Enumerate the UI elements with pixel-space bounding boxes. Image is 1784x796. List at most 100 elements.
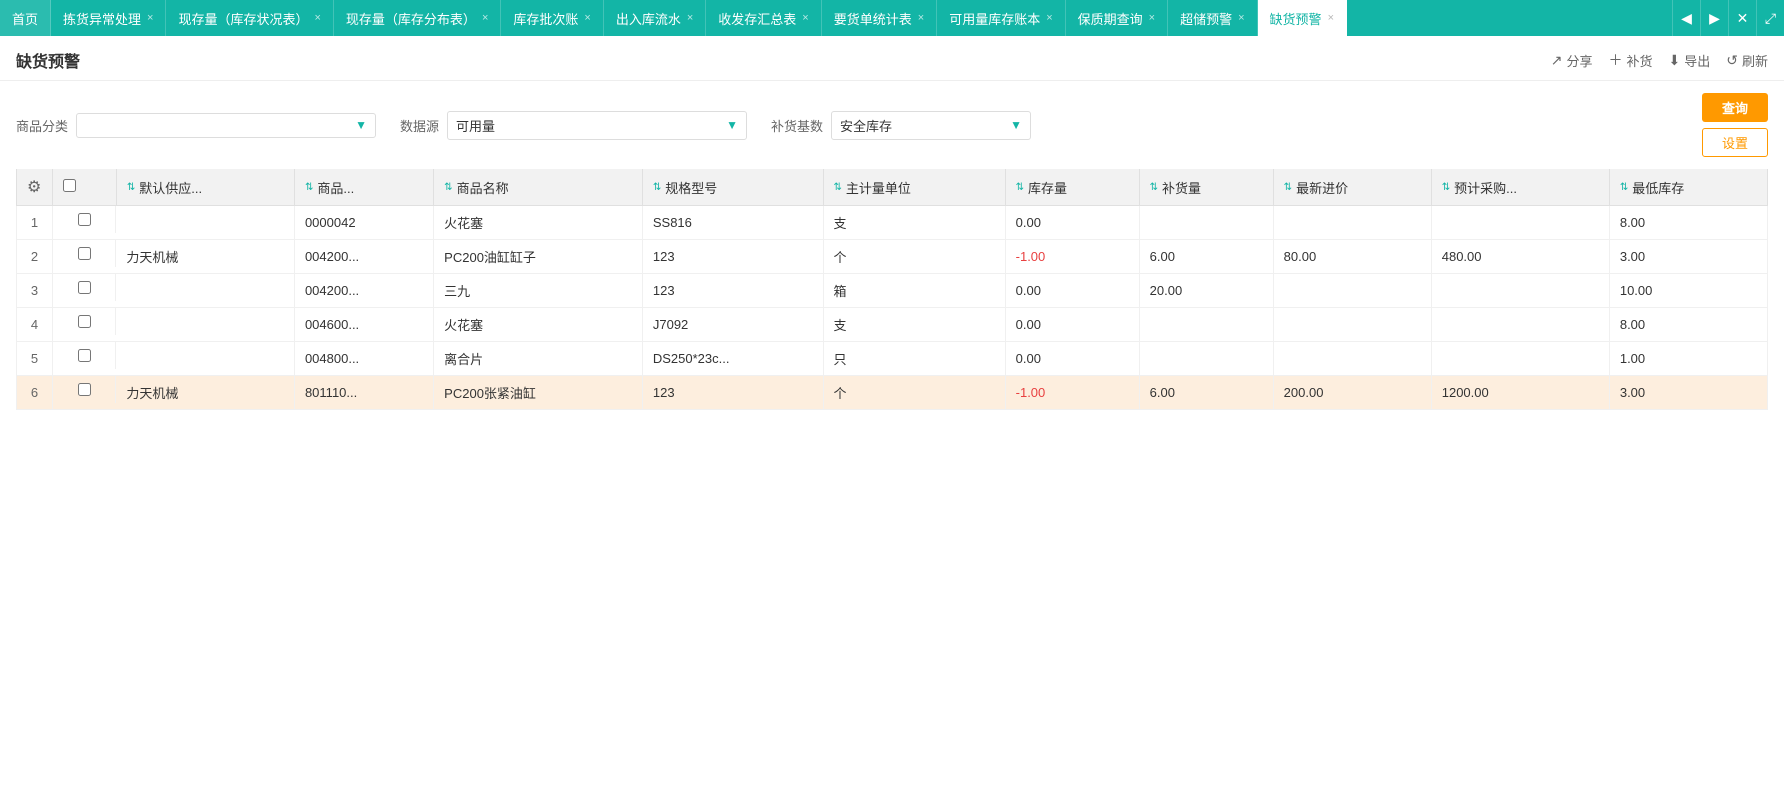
tab-next-button[interactable]: ▶ [1700,0,1728,36]
row-checkbox[interactable] [78,247,91,260]
row-unit: 个 [823,376,1005,410]
row-supplier [116,308,294,342]
col-spec[interactable]: ⇅ 规格型号 [642,169,823,206]
tab-available-ledger[interactable]: 可用量库存账本 × [937,0,1065,36]
filter-group-datasource: 数据源 可用量 ▼ [400,111,747,140]
tab-shortage[interactable]: 缺货预警 × [1258,0,1347,36]
row-estimated-purchase [1431,206,1609,240]
row-checkbox-cell[interactable] [53,342,116,369]
tab-close-inventory-dist[interactable]: × [482,12,488,24]
refresh-icon: ↺ [1726,52,1738,69]
row-checkbox[interactable] [78,315,91,328]
row-checkbox-cell[interactable] [53,376,116,403]
row-latest-price [1273,308,1431,342]
row-checkbox[interactable] [78,383,91,396]
row-checkbox-cell[interactable] [53,308,116,335]
select-all-checkbox[interactable] [63,179,76,192]
replenish-basis-select[interactable]: 安全库存 ▼ [831,111,1031,140]
export-button[interactable]: ⬇ 导出 [1669,51,1711,70]
tab-overstock[interactable]: 超储预警 × [1168,0,1257,36]
datasource-select[interactable]: 可用量 ▼ [447,111,747,140]
row-stock-qty: 0.00 [1005,308,1139,342]
row-checkbox[interactable] [78,281,91,294]
header-actions: ↗ 分享 ＋ 补货 ⬇ 导出 ↺ 刷新 [1551,50,1768,70]
col-default-supplier[interactable]: ⇅ 默认供应... [116,169,294,206]
row-product-name: 火花塞 [434,308,643,342]
tab-fullscreen-button[interactable]: ⤢ [1756,0,1784,36]
row-supplier [116,274,294,308]
data-table: ⚙ ⇅ 默认供应... ⇅ 商品... [16,169,1768,410]
tab-demand-stats[interactable]: 要货单统计表 × [822,0,937,36]
tab-close-all-button[interactable]: ✕ [1728,0,1756,36]
col-product-name[interactable]: ⇅ 商品名称 [434,169,643,206]
tab-expiry-query[interactable]: 保质期查询 × [1066,0,1168,36]
row-latest-price [1273,206,1431,240]
tab-inventory-dist[interactable]: 现存量（库存分布表） × [334,0,501,36]
col-latest-price[interactable]: ⇅ 最新进价 [1273,169,1431,206]
tab-bar: 首页 拣货异常处理 × 现存量（库存状况表） × 现存量（库存分布表） × 库存… [0,0,1784,36]
replenish-basis-arrow-icon: ▼ [1010,118,1022,132]
row-stock-qty: -1.00 [1005,376,1139,410]
sort-icon-replenish: ⇅ [1150,182,1158,193]
tab-close-batch-account[interactable]: × [584,12,590,24]
tab-close-available-ledger[interactable]: × [1046,12,1052,24]
tab-close-expiry-query[interactable]: × [1149,12,1155,24]
row-checkbox[interactable] [78,213,91,226]
share-button[interactable]: ↗ 分享 [1551,51,1593,70]
col-gear: ⚙ [17,169,53,206]
tab-close-inventory-status[interactable]: × [314,12,320,24]
row-checkbox[interactable] [78,349,91,362]
col-product-code[interactable]: ⇅ 商品... [294,169,433,206]
tab-abnormal[interactable]: 拣货异常处理 × [51,0,166,36]
col-unit[interactable]: ⇅ 主计量单位 [823,169,1005,206]
col-stock-qty[interactable]: ⇅ 库存量 [1005,169,1139,206]
tab-inout-flow[interactable]: 出入库流水 × [604,0,706,36]
tab-close-inout-flow[interactable]: × [687,12,693,24]
row-min-stock: 3.00 [1609,240,1767,274]
replenish-button[interactable]: ＋ 补货 [1608,50,1652,70]
settings-button[interactable]: 设置 [1702,128,1768,157]
row-checkbox-cell[interactable] [53,274,116,301]
tab-home[interactable]: 首页 [0,0,51,36]
table-row: 5004800...离合片DS250*23c...只0.001.00 [17,342,1768,376]
row-num: 3 [17,274,53,308]
row-unit: 支 [823,206,1005,240]
tab-close-receive-summary[interactable]: × [802,12,808,24]
query-button[interactable]: 查询 [1702,93,1768,122]
row-checkbox-cell[interactable] [53,206,116,233]
tab-receive-summary[interactable]: 收发存汇总表 × [706,0,821,36]
row-min-stock: 8.00 [1609,308,1767,342]
row-supplier [116,206,294,240]
tab-close-shortage[interactable]: × [1328,12,1334,24]
row-num: 1 [17,206,53,240]
col-min-stock[interactable]: ⇅ 最低库存 [1609,169,1767,206]
tab-close-abnormal[interactable]: × [147,12,153,24]
tab-prev-button[interactable]: ◀ [1672,0,1700,36]
row-stock-qty: 0.00 [1005,342,1139,376]
gear-icon[interactable]: ⚙ [27,179,41,196]
row-product-code: 004200... [294,274,433,308]
category-select[interactable]: ▼ [76,113,376,138]
col-estimated-purchase[interactable]: ⇅ 预计采购... [1431,169,1609,206]
row-product-code: 004800... [294,342,433,376]
sort-icon-price: ⇅ [1284,182,1292,193]
row-min-stock: 10.00 [1609,274,1767,308]
tab-inventory-status[interactable]: 现存量（库存状况表） × [166,0,333,36]
tab-close-demand-stats[interactable]: × [918,12,924,24]
row-spec: J7092 [642,308,823,342]
sort-icon-min-stock: ⇅ [1620,182,1628,193]
table-row: 2力天机械004200...PC200油缸缸子123个-1.006.0080.0… [17,240,1768,274]
row-num: 2 [17,240,53,274]
row-replenish-qty: 6.00 [1139,376,1273,410]
filter-group-category: 商品分类 ▼ [16,113,376,138]
row-supplier [116,342,294,376]
refresh-button[interactable]: ↺ 刷新 [1726,51,1768,70]
row-spec: 123 [642,376,823,410]
row-checkbox-cell[interactable] [53,240,116,267]
row-product-name: PC200油缸缸子 [434,240,643,274]
page-title: 缺货预警 [16,48,80,72]
tab-batch-account[interactable]: 库存批次账 × [501,0,603,36]
share-icon: ↗ [1551,52,1563,69]
tab-close-overstock[interactable]: × [1238,12,1244,24]
col-replenish-qty[interactable]: ⇅ 补货量 [1139,169,1273,206]
